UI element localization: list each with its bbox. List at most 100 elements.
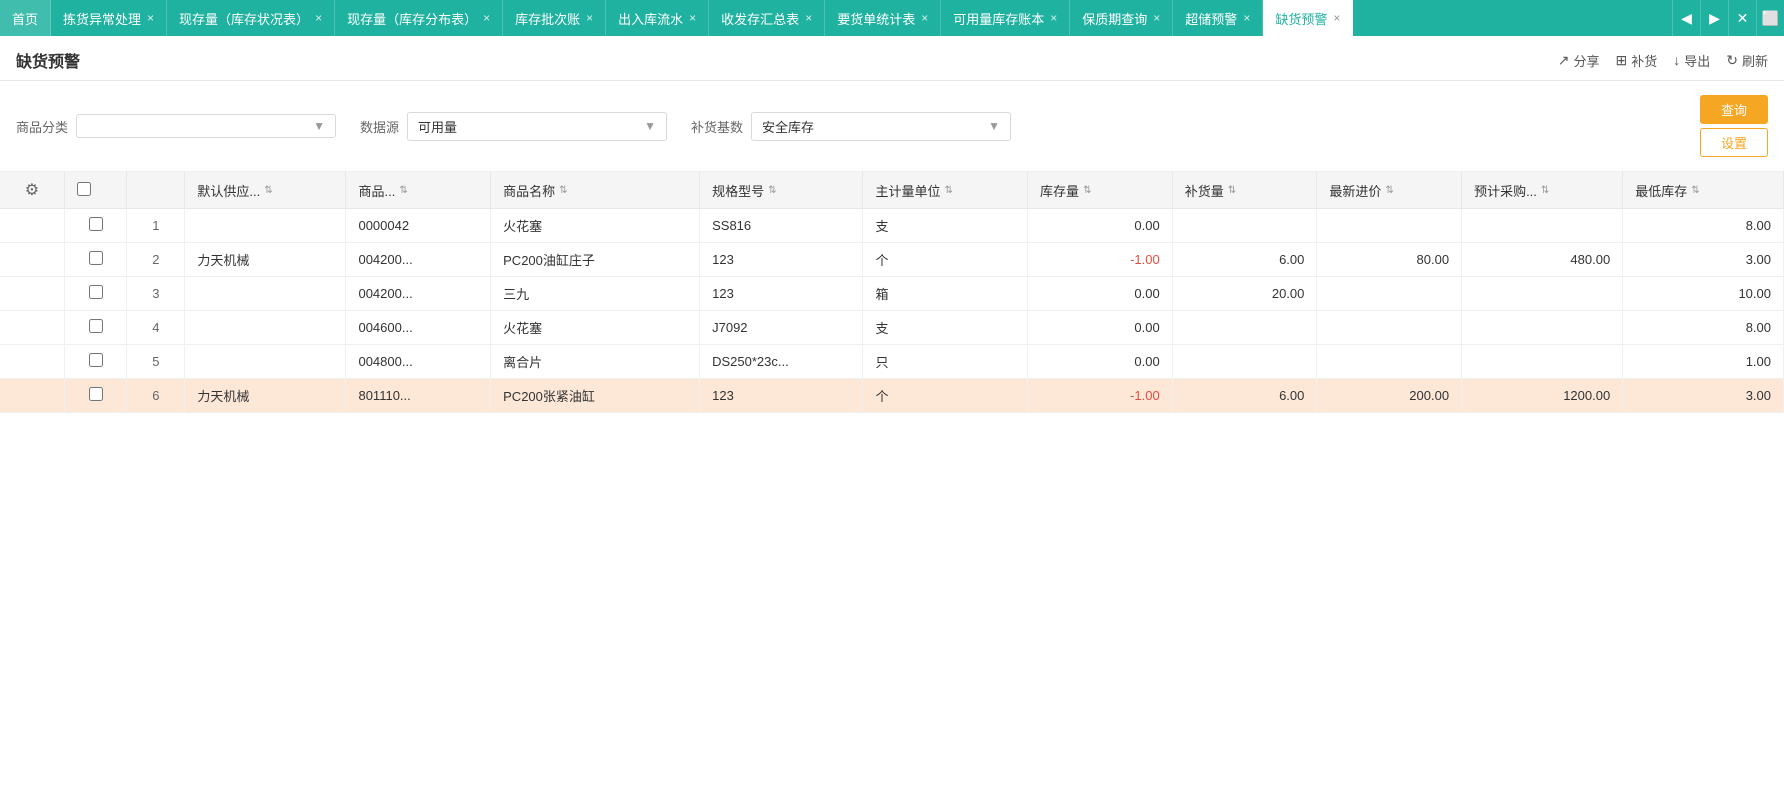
td-unit-1: 个 (863, 243, 1028, 277)
replenish-base-select-arrow-icon: ▼ (988, 119, 1000, 133)
th-replenish[interactable]: 补货量 ⇅ (1172, 172, 1317, 209)
td-latest-price-1: 80.00 (1317, 243, 1462, 277)
tab-expiry-query-close[interactable]: × (1153, 11, 1160, 25)
th-forecast-purchase[interactable]: 预计采购... ⇅ (1462, 172, 1623, 209)
tab-inout-flow[interactable]: 出入库流水 × (606, 0, 709, 36)
tab-prev-button[interactable]: ◀ (1672, 0, 1700, 36)
tab-available-ledger[interactable]: 可用量库存账本 × (941, 0, 1070, 36)
tab-recv-summary-close[interactable]: × (805, 11, 812, 25)
tab-inventory-status[interactable]: 现存量（库存状况表） × (167, 0, 335, 36)
td-gear-5 (0, 379, 64, 413)
row-checkbox-5[interactable] (89, 387, 103, 401)
tab-home[interactable]: 首页 (0, 0, 51, 36)
spec-sort-icon: ⇅ (768, 185, 776, 196)
tab-overstock-warn-close[interactable]: × (1243, 11, 1250, 25)
tab-maximize-button[interactable]: ⬜ (1756, 0, 1784, 36)
tab-shortage-warn-close[interactable]: × (1333, 11, 1340, 25)
tab-close-all-button[interactable]: ✕ (1728, 0, 1756, 36)
gear-settings-icon[interactable]: ⚙ (25, 182, 39, 199)
replenish-base-select[interactable]: 安全库存 ▼ (751, 112, 1011, 141)
refresh-button[interactable]: ↻ 刷新 (1726, 51, 1768, 70)
page-header: 缺货预警 ↗ 分享 ⊞ 补货 ↓ 导出 ↻ 刷新 (0, 36, 1784, 81)
th-supplier[interactable]: 默认供应... ⇅ (185, 172, 346, 209)
td-gear-3 (0, 311, 64, 345)
row-checkbox-0[interactable] (89, 217, 103, 231)
table-row: 1 0000042 火花塞 SS816 支 0.00 8.00 (0, 209, 1784, 243)
replenish-button[interactable]: ⊞ 补货 (1615, 51, 1657, 70)
tab-exception[interactable]: 拣货异常处理 × (51, 0, 167, 36)
td-replenish-3 (1172, 311, 1317, 345)
tab-exception-close[interactable]: × (147, 11, 154, 25)
td-unit-5: 个 (863, 379, 1028, 413)
td-checkbox-0[interactable] (64, 209, 127, 243)
td-rownum-2: 3 (127, 277, 185, 311)
td-replenish-5: 6.00 (1172, 379, 1317, 413)
tab-inventory-dist[interactable]: 现存量（库存分布表） × (335, 0, 503, 36)
th-checkbox (64, 172, 127, 209)
th-spec[interactable]: 规格型号 ⇅ (700, 172, 863, 209)
th-unit[interactable]: 主计量单位 ⇅ (863, 172, 1028, 209)
tab-batch-account-close[interactable]: × (586, 11, 593, 25)
tab-inventory-dist-close[interactable]: × (483, 11, 490, 25)
table-body: 1 0000042 火花塞 SS816 支 0.00 8.00 2 力天机械 0… (0, 209, 1784, 413)
tab-overstock-warn[interactable]: 超储预警 × (1173, 0, 1263, 36)
th-code[interactable]: 商品... ⇅ (346, 172, 491, 209)
tab-inventory-status-close[interactable]: × (315, 11, 322, 25)
tab-demand-stat-close[interactable]: × (921, 11, 928, 25)
tab-next-button[interactable]: ▶ (1700, 0, 1728, 36)
td-unit-3: 支 (863, 311, 1028, 345)
tab-recv-summary[interactable]: 收发存汇总表 × (709, 0, 825, 36)
table-row: 6 力天机械 801110... PC200张紧油缸 123 个 -1.00 6… (0, 379, 1784, 413)
table-row: 3 004200... 三九 123 箱 0.00 20.00 10.00 (0, 277, 1784, 311)
td-stock-2: 0.00 (1028, 277, 1173, 311)
row-checkbox-4[interactable] (89, 353, 103, 367)
th-name[interactable]: 商品名称 ⇅ (491, 172, 700, 209)
datasource-select[interactable]: 可用量 ▼ (407, 112, 667, 141)
td-name-4: 离合片 (491, 345, 700, 379)
th-stock[interactable]: 库存量 ⇅ (1028, 172, 1173, 209)
td-spec-3: J7092 (700, 311, 863, 345)
th-gear: ⚙ (0, 172, 64, 209)
datasource-select-arrow-icon: ▼ (644, 119, 656, 133)
td-checkbox-3[interactable] (64, 311, 127, 345)
category-filter-group: 商品分类 ▼ (16, 114, 336, 138)
category-select[interactable]: ▼ (76, 114, 336, 138)
td-replenish-1: 6.00 (1172, 243, 1317, 277)
td-supplier-0 (185, 209, 346, 243)
table-header-row: ⚙ 默认供应... ⇅ 商品... (0, 172, 1784, 209)
share-button[interactable]: ↗ 分享 (1558, 51, 1600, 70)
td-code-5: 801110... (346, 379, 491, 413)
row-checkbox-3[interactable] (89, 319, 103, 333)
row-checkbox-2[interactable] (89, 285, 103, 299)
td-checkbox-4[interactable] (64, 345, 127, 379)
tab-bar: 首页 拣货异常处理 × 现存量（库存状况表） × 现存量（库存分布表） × 库存… (0, 0, 1784, 36)
row-checkbox-1[interactable] (89, 251, 103, 265)
select-all-checkbox[interactable] (77, 182, 91, 196)
td-checkbox-5[interactable] (64, 379, 127, 413)
td-forecast-purchase-2 (1462, 277, 1623, 311)
td-checkbox-2[interactable] (64, 277, 127, 311)
table-row: 2 力天机械 004200... PC200油缸庄子 123 个 -1.00 6… (0, 243, 1784, 277)
tab-batch-account[interactable]: 库存批次账 × (503, 0, 606, 36)
tab-available-ledger-close[interactable]: × (1050, 11, 1057, 25)
td-replenish-4 (1172, 345, 1317, 379)
td-code-0: 0000042 (346, 209, 491, 243)
table-container: ⚙ 默认供应... ⇅ 商品... (0, 172, 1784, 413)
td-latest-price-4 (1317, 345, 1462, 379)
th-latest-price[interactable]: 最新进价 ⇅ (1317, 172, 1462, 209)
export-button[interactable]: ↓ 导出 (1673, 51, 1710, 70)
query-button[interactable]: 查询 (1700, 95, 1768, 124)
th-min-stock[interactable]: 最低库存 ⇅ (1623, 172, 1784, 209)
td-checkbox-1[interactable] (64, 243, 127, 277)
td-rownum-1: 2 (127, 243, 185, 277)
tab-shortage-warn[interactable]: 缺货预警 × (1263, 0, 1353, 36)
td-name-1: PC200油缸庄子 (491, 243, 700, 277)
td-stock-1: -1.00 (1028, 243, 1173, 277)
refresh-icon: ↻ (1726, 52, 1738, 69)
settings-button[interactable]: 设置 (1700, 128, 1768, 157)
td-unit-2: 箱 (863, 277, 1028, 311)
tab-inout-flow-close[interactable]: × (689, 11, 696, 25)
tab-demand-stat[interactable]: 要货单统计表 × (825, 0, 941, 36)
td-gear-4 (0, 345, 64, 379)
tab-expiry-query[interactable]: 保质期查询 × (1070, 0, 1173, 36)
